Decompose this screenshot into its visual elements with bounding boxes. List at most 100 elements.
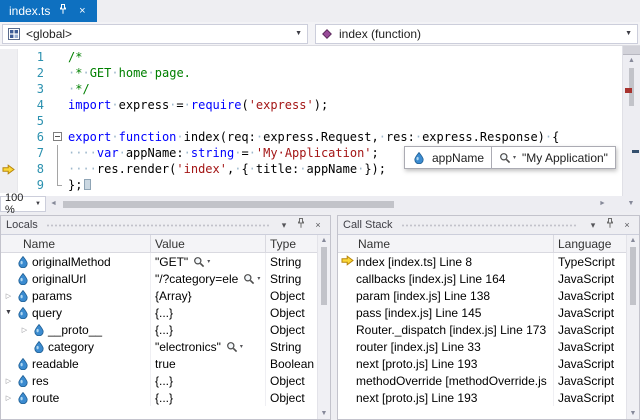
pin-icon[interactable] xyxy=(57,4,69,18)
scroll-up-icon[interactable]: ▲ xyxy=(627,235,639,246)
breakpoint-margin[interactable] xyxy=(0,161,18,177)
breakpoint-margin[interactable] xyxy=(0,97,18,113)
fold-margin[interactable] xyxy=(52,113,68,129)
fold-margin[interactable] xyxy=(52,65,68,81)
table-row[interactable]: router [index.js] Line 33JavaScript xyxy=(338,338,626,355)
expander-icon[interactable]: ▷ xyxy=(3,377,14,385)
scroll-down-icon[interactable]: ▼ xyxy=(622,196,640,212)
zoom-dropdown[interactable]: 100 % ▼ xyxy=(0,196,46,212)
fold-margin[interactable] xyxy=(52,81,68,97)
code-text[interactable]: export·function·index(req:·express.Reque… xyxy=(68,129,622,145)
fold-margin[interactable] xyxy=(52,145,68,161)
editor-vertical-scrollbar[interactable]: ▲ xyxy=(622,46,640,196)
breakpoint-margin[interactable] xyxy=(0,113,18,129)
code-text[interactable] xyxy=(68,113,622,129)
table-row[interactable]: originalMethod"GET"▾String xyxy=(1,253,317,270)
code-line[interactable]: 3·*/ xyxy=(0,81,622,97)
pin-icon[interactable] xyxy=(294,218,308,233)
code-line[interactable]: 6export·function·index(req:·express.Requ… xyxy=(0,129,622,145)
table-row[interactable]: ▷__proto__{...}Object xyxy=(1,321,317,338)
code-text[interactable]: }; xyxy=(68,177,622,193)
code-line[interactable]: 4import·express·=·require('express'); xyxy=(0,97,622,113)
scrollbar-thumb[interactable] xyxy=(63,201,394,208)
datatip-name-segment[interactable]: appName xyxy=(404,146,492,169)
table-row[interactable]: ▼query{...}Object xyxy=(1,304,317,321)
table-row[interactable]: index [index.ts] Line 8TypeScript xyxy=(338,253,626,270)
expander-icon[interactable]: ▷ xyxy=(3,394,14,402)
close-icon[interactable]: × xyxy=(76,5,88,17)
locals-scrollbar[interactable]: ▲ ▼ xyxy=(317,235,330,419)
fold-margin[interactable] xyxy=(52,129,68,145)
table-row[interactable]: Router._dispatch [index.js] Line 173Java… xyxy=(338,321,626,338)
magnifier-icon[interactable]: ▾ xyxy=(193,256,210,268)
breakpoint-margin[interactable] xyxy=(0,81,18,97)
splitter-grip[interactable] xyxy=(623,46,640,55)
fold-margin[interactable] xyxy=(52,49,68,65)
pin-icon[interactable] xyxy=(603,218,617,233)
scroll-down-icon[interactable]: ▼ xyxy=(318,408,330,419)
table-row[interactable]: next [proto.js] Line 193JavaScript xyxy=(338,389,626,406)
table-row[interactable]: pass [index.js] Line 145JavaScript xyxy=(338,304,626,321)
scrollbar-thumb[interactable] xyxy=(321,247,327,305)
expander-icon[interactable]: ▼ xyxy=(3,309,14,316)
scroll-up-icon[interactable]: ▲ xyxy=(318,235,330,246)
column-header-language[interactable]: Language xyxy=(554,235,626,252)
scroll-down-icon[interactable]: ▼ xyxy=(627,408,639,419)
table-row[interactable]: ▷res{...}Object xyxy=(1,372,317,389)
close-icon[interactable]: × xyxy=(620,218,634,232)
window-position-icon[interactable]: ▾ xyxy=(277,218,291,232)
magnifier-icon[interactable]: ▾ xyxy=(226,341,243,353)
member-dropdown[interactable]: index (function) ▼ xyxy=(315,24,638,44)
scroll-right-icon[interactable]: ► xyxy=(595,196,610,212)
tab-index-ts[interactable]: index.ts × xyxy=(0,0,97,22)
fold-margin[interactable] xyxy=(52,161,68,177)
code-line[interactable]: 2·*·GET·home·page. xyxy=(0,65,622,81)
window-position-icon[interactable]: ▾ xyxy=(586,218,600,232)
code-editor[interactable]: 1/*2·*·GET·home·page.3·*/4import·express… xyxy=(0,46,622,196)
table-row[interactable]: ▷route{...}Object xyxy=(1,389,317,406)
scrollbar-thumb[interactable] xyxy=(629,68,634,106)
expander-icon[interactable]: ▷ xyxy=(3,292,14,300)
code-line[interactable]: 5 xyxy=(0,113,622,129)
breakpoint-margin[interactable] xyxy=(0,177,18,193)
close-icon[interactable]: × xyxy=(311,218,325,232)
table-row[interactable]: ▷params{Array}Object xyxy=(1,287,317,304)
datatip-value-segment[interactable]: ▾ "My Application" xyxy=(491,146,616,169)
table-row[interactable]: methodOverride [methodOverride.jsJavaScr… xyxy=(338,372,626,389)
code-line[interactable]: 9}; xyxy=(0,177,622,193)
expander-icon[interactable]: ▷ xyxy=(19,326,30,334)
scope-dropdown[interactable]: <global> ▼ xyxy=(2,24,308,44)
code-text[interactable]: ·*·GET·home·page. xyxy=(68,65,622,81)
magnifier-icon[interactable]: ▾ xyxy=(499,152,516,164)
table-row[interactable]: originalUrl"/?category=ele▾String xyxy=(1,270,317,287)
code-text[interactable]: ·*/ xyxy=(68,81,622,97)
table-row[interactable]: next [proto.js] Line 193JavaScript xyxy=(338,355,626,372)
call-stack-titlebar[interactable]: Call Stack ▾ × xyxy=(338,216,639,235)
column-header-type[interactable]: Type xyxy=(266,235,317,252)
breakpoint-margin[interactable] xyxy=(0,49,18,65)
scroll-left-icon[interactable]: ◄ xyxy=(46,196,61,212)
code-text[interactable]: /* xyxy=(68,49,622,65)
fold-margin[interactable] xyxy=(52,177,68,193)
editor-horizontal-scrollbar[interactable] xyxy=(61,196,595,212)
table-row[interactable]: callbacks [index.js] Line 164JavaScript xyxy=(338,270,626,287)
breakpoint-margin[interactable] xyxy=(0,145,18,161)
call-stack-scrollbar[interactable]: ▲ ▼ xyxy=(626,235,639,419)
locals-titlebar[interactable]: Locals ▾ × xyxy=(1,216,330,235)
table-row[interactable]: category"electronics"▾String xyxy=(1,338,317,355)
code-text[interactable]: import·express·=·require('express'); xyxy=(68,97,622,113)
code-token: express.Request, xyxy=(263,130,379,144)
column-header-name[interactable]: Name xyxy=(338,235,554,252)
scrollbar-thumb[interactable] xyxy=(630,247,636,305)
fold-collapse-icon[interactable] xyxy=(53,132,62,141)
table-row[interactable]: param [index.js] Line 138JavaScript xyxy=(338,287,626,304)
code-line[interactable]: 1/* xyxy=(0,49,622,65)
breakpoint-margin[interactable] xyxy=(0,65,18,81)
column-header-value[interactable]: Value xyxy=(151,235,266,252)
breakpoint-margin[interactable] xyxy=(0,129,18,145)
magnifier-icon[interactable]: ▾ xyxy=(243,273,260,285)
column-header-name[interactable]: Name xyxy=(1,235,151,252)
fold-margin[interactable] xyxy=(52,97,68,113)
scroll-up-icon[interactable]: ▲ xyxy=(623,55,640,66)
table-row[interactable]: readabletrueBoolean xyxy=(1,355,317,372)
